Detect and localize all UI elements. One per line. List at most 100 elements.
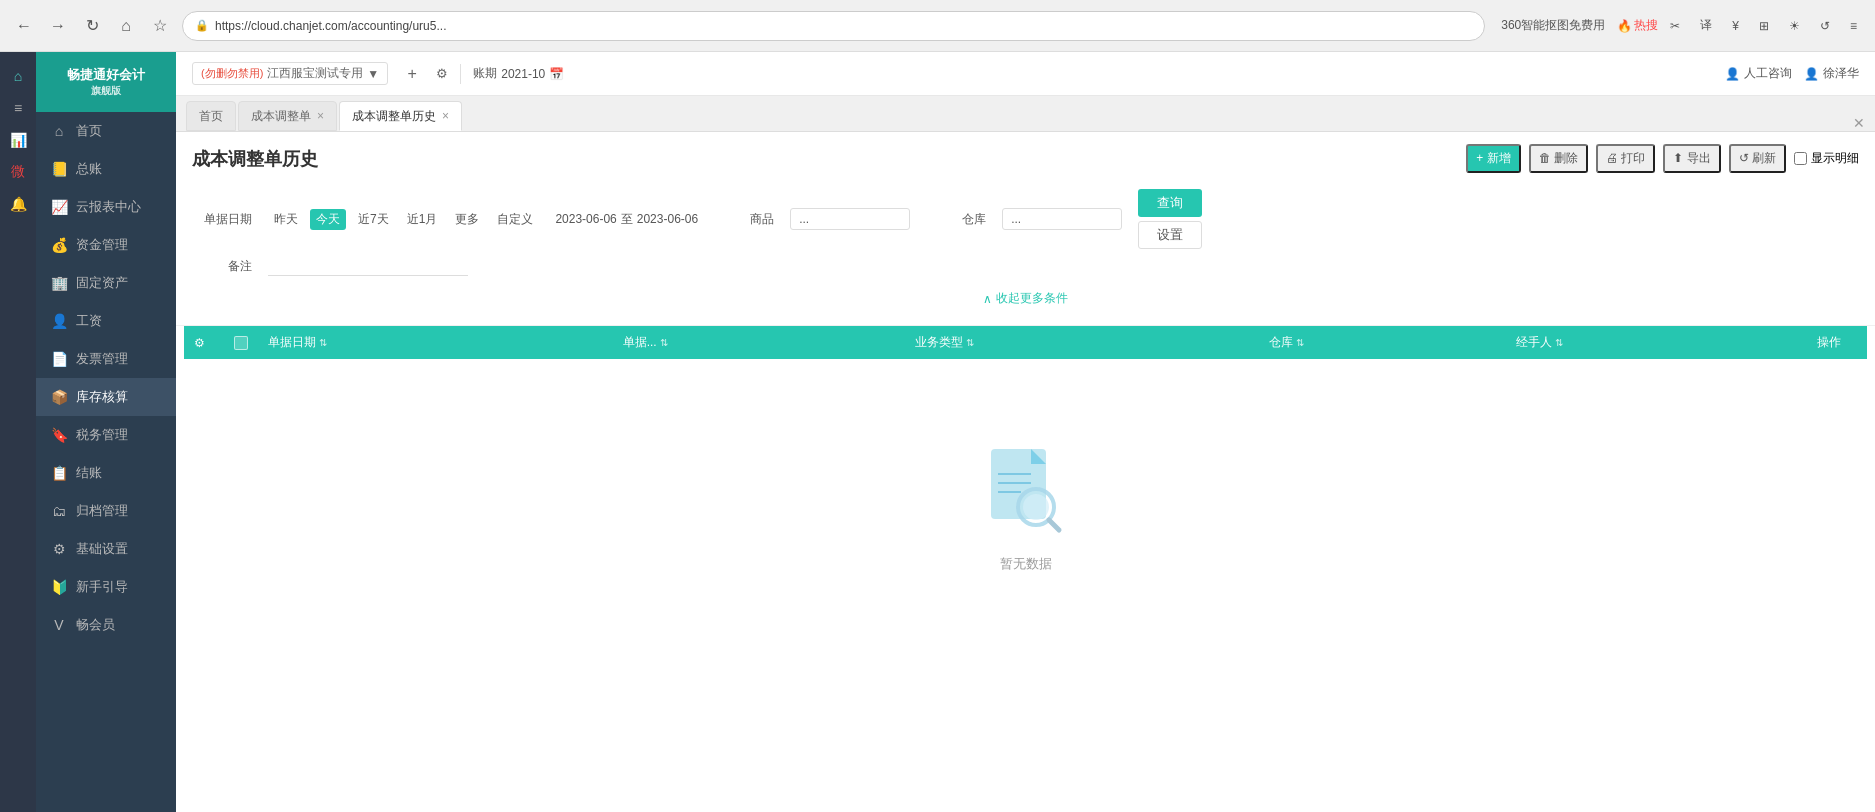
sidebar-item-label: 云报表中心 bbox=[76, 198, 141, 216]
ops-column-header: 操作 bbox=[1807, 326, 1867, 359]
user-info[interactable]: 👤 徐泽华 bbox=[1804, 65, 1859, 82]
address-bar[interactable]: 🔒 https://cloud.chanjet.com/accounting/u… bbox=[182, 11, 1485, 41]
action-bar: + 新增 🗑 删除 🖨 打印 ⬆ 导出 ↺ 刷新 显示明细 bbox=[1466, 144, 1859, 173]
svg-line-7 bbox=[1049, 520, 1059, 530]
top-bar-right: 👤 人工咨询 👤 徐泽华 bbox=[1725, 65, 1859, 82]
date-btn-1month[interactable]: 近1月 bbox=[401, 209, 444, 230]
consultant-button[interactable]: 👤 人工咨询 bbox=[1725, 65, 1792, 82]
browser-bar: ← → ↻ ⌂ ☆ 🔒 https://cloud.chanjet.com/ac… bbox=[0, 0, 1875, 52]
filter-row-date: 单据日期 昨天 今天 近7天 近1月 更多 自定义 2023-06-06 至 2… bbox=[192, 189, 1859, 249]
doc-num-column-header[interactable]: 单据... ⇅ bbox=[613, 326, 905, 359]
gear-column-header[interactable]: ⚙ bbox=[184, 326, 224, 359]
tab-cost-adjustment-close[interactable]: × bbox=[317, 109, 324, 123]
note-input[interactable] bbox=[268, 257, 468, 276]
sidebar-item-home[interactable]: ⌂ 首页 bbox=[36, 112, 176, 150]
sidebar-item-assets[interactable]: 🏢 固定资产 bbox=[36, 264, 176, 302]
settings-icon[interactable]: ⚙ bbox=[436, 66, 448, 81]
date-column-header[interactable]: 单据日期 ⇅ bbox=[258, 326, 613, 359]
rail-icon-home[interactable]: ⌂ bbox=[4, 62, 32, 90]
search-tool[interactable]: 360智能抠图免费用 bbox=[1493, 13, 1613, 38]
handler-column-header[interactable]: 经手人 ⇅ bbox=[1506, 326, 1807, 359]
sidebar-item-settings[interactable]: ⚙ 基础设置 bbox=[36, 530, 176, 568]
query-button[interactable]: 查询 bbox=[1138, 189, 1202, 217]
sidebar-item-fund[interactable]: 💰 资金管理 bbox=[36, 226, 176, 264]
handler-col-label: 经手人 bbox=[1516, 334, 1552, 351]
tab-home[interactable]: 首页 bbox=[186, 101, 236, 131]
sidebar-item-invoice[interactable]: 📄 发票管理 bbox=[36, 340, 176, 378]
rail-icon-chart[interactable]: 📊 bbox=[4, 126, 32, 154]
sidebar-item-tax[interactable]: 🔖 税务管理 bbox=[36, 416, 176, 454]
sidebar-item-label: 总账 bbox=[76, 160, 102, 178]
sidebar-item-guide[interactable]: 🔰 新手引导 bbox=[36, 568, 176, 606]
sidebar-item-archive[interactable]: 🗂 归档管理 bbox=[36, 492, 176, 530]
sidebar-item-ledger[interactable]: 📒 总账 bbox=[36, 150, 176, 188]
checkbox-column-header[interactable] bbox=[224, 326, 258, 359]
add-company-btn[interactable]: + bbox=[400, 62, 424, 86]
brightness-tool[interactable]: ☀ bbox=[1781, 15, 1808, 37]
rail-icon-weibo[interactable]: 微 bbox=[4, 158, 32, 186]
bookmark-button[interactable]: ☆ bbox=[146, 12, 174, 40]
gear-icon: ⚙ bbox=[194, 336, 205, 350]
icon-rail: ⌂ ≡ 📊 微 🔔 bbox=[0, 52, 36, 812]
rail-icon-list[interactable]: ≡ bbox=[4, 94, 32, 122]
reports-icon: 📈 bbox=[50, 199, 68, 215]
sidebar-item-vip[interactable]: V 畅会员 bbox=[36, 606, 176, 644]
date-col-label: 单据日期 bbox=[268, 334, 316, 351]
sidebar-item-inventory[interactable]: 📦 库存核算 bbox=[36, 378, 176, 416]
new-button[interactable]: + 新增 bbox=[1466, 144, 1520, 173]
goods-selector[interactable]: ... bbox=[790, 208, 910, 230]
select-all-checkbox[interactable] bbox=[234, 336, 248, 350]
home-button[interactable]: ⌂ bbox=[112, 12, 140, 40]
print-button[interactable]: 🖨 打印 bbox=[1596, 144, 1655, 173]
close-all-tabs-btn[interactable]: ✕ bbox=[1853, 115, 1865, 131]
tab-cost-adjustment-label: 成本调整单 bbox=[251, 108, 311, 125]
forward-button[interactable]: → bbox=[44, 12, 72, 40]
logo-sub: 旗舰版 bbox=[91, 84, 121, 98]
tab-home-label: 首页 bbox=[199, 108, 223, 125]
page-header: 成本调整单历史 + 新增 🗑 删除 🖨 打印 ⬆ 导出 ↺ 刷新 显示明细 bbox=[176, 132, 1875, 181]
sidebar-item-reports[interactable]: 📈 云报表中心 bbox=[36, 188, 176, 226]
tab-cost-adjustment-history[interactable]: 成本调整单历史 × bbox=[339, 101, 462, 131]
date-btn-custom[interactable]: 自定义 bbox=[491, 209, 539, 230]
refresh-button[interactable]: ↻ bbox=[78, 12, 106, 40]
empty-text: 暂无数据 bbox=[1000, 555, 1052, 573]
sidebar: 畅捷通好会计 旗舰版 ⌂ 首页 📒 总账 📈 云报表中心 💰 资金管理 🏢 固定… bbox=[36, 52, 176, 812]
export-button[interactable]: ⬆ 导出 bbox=[1663, 144, 1720, 173]
back-button[interactable]: ← bbox=[10, 12, 38, 40]
warehouse-column-header[interactable]: 仓库 ⇅ bbox=[1259, 326, 1506, 359]
biz-type-column-header[interactable]: 业务类型 ⇅ bbox=[905, 326, 1260, 359]
sidebar-item-label: 新手引导 bbox=[76, 578, 128, 596]
date-btn-today[interactable]: 今天 bbox=[310, 209, 346, 230]
tab-cost-adjustment-history-close[interactable]: × bbox=[442, 109, 449, 123]
undo-tool[interactable]: ↺ bbox=[1812, 15, 1838, 37]
rail-icon-notification[interactable]: 🔔 bbox=[4, 190, 32, 218]
ops-col-label: 操作 bbox=[1817, 335, 1841, 349]
display-cols-checkbox[interactable] bbox=[1794, 152, 1807, 165]
date-btn-7days[interactable]: 近7天 bbox=[352, 209, 395, 230]
menu-tool[interactable]: ≡ bbox=[1842, 15, 1865, 37]
sidebar-item-payroll[interactable]: 👤 工资 bbox=[36, 302, 176, 340]
date-btn-yesterday[interactable]: 昨天 bbox=[268, 209, 304, 230]
sidebar-item-label: 畅会员 bbox=[76, 616, 115, 634]
wallet-tool[interactable]: ¥ bbox=[1724, 15, 1747, 37]
hot-search-label: 🔥 热搜 bbox=[1617, 17, 1658, 34]
sidebar-item-label: 库存核算 bbox=[76, 388, 128, 406]
display-cols-label[interactable]: 显示明细 bbox=[1794, 150, 1859, 167]
settings-filter-button[interactable]: 设置 bbox=[1138, 221, 1202, 249]
calendar-icon[interactable]: 📅 bbox=[549, 67, 564, 81]
right-buttons: 查询 设置 bbox=[1138, 189, 1202, 249]
sidebar-item-close-accounts[interactable]: 📋 结账 bbox=[36, 454, 176, 492]
warehouse-selector[interactable]: ... bbox=[1002, 208, 1122, 230]
date-btn-more[interactable]: 更多 bbox=[449, 209, 485, 230]
grid-tool[interactable]: ⊞ bbox=[1751, 15, 1777, 37]
delete-button[interactable]: 🗑 删除 bbox=[1529, 144, 1588, 173]
refresh-button[interactable]: ↺ 刷新 bbox=[1729, 144, 1786, 173]
warehouse-more-icon: ... bbox=[1011, 212, 1021, 226]
company-selector[interactable]: (勿删勿禁用) 江西服宝测试专用 ▼ bbox=[192, 62, 388, 85]
scissors-tool[interactable]: ✂ bbox=[1662, 15, 1688, 37]
note-filter-label: 备注 bbox=[192, 258, 252, 275]
tab-cost-adjustment[interactable]: 成本调整单 × bbox=[238, 101, 337, 131]
collapse-bar[interactable]: ∧ 收起更多条件 bbox=[192, 284, 1859, 313]
translate-tool[interactable]: 译 bbox=[1692, 13, 1720, 38]
display-cols-text: 显示明细 bbox=[1811, 150, 1859, 167]
